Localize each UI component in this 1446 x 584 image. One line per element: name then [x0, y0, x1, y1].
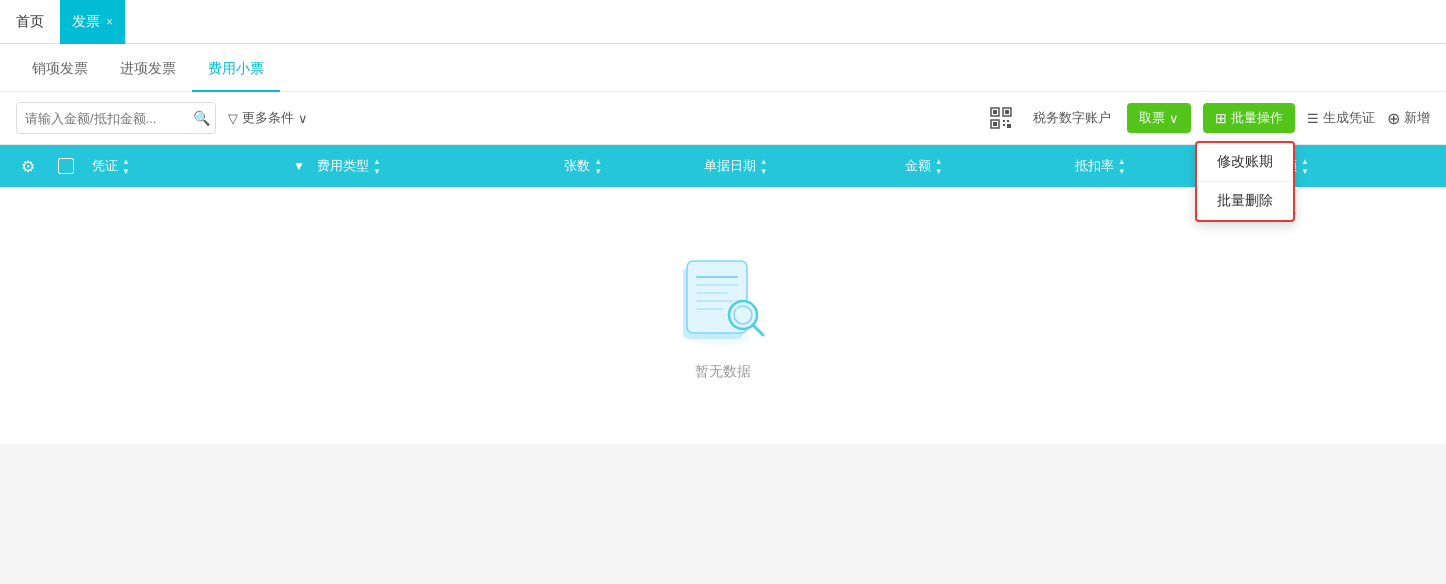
dropdown-item-modify-period[interactable]: 修改账期 — [1197, 143, 1293, 181]
settings-icon[interactable]: ⚙ — [21, 157, 35, 176]
bulk-ops-container: ⊞ 批量操作 修改账期 批量删除 — [1203, 103, 1295, 133]
qupiao-label: 取票 — [1139, 109, 1165, 127]
search-input-wrap[interactable]: 🔍 — [16, 102, 216, 134]
qupiao-button[interactable]: 取票 ∨ — [1127, 103, 1191, 133]
voucher-button[interactable]: ☰ 生成凭证 — [1307, 109, 1375, 127]
search-icon[interactable]: 🔍 — [193, 110, 210, 126]
svg-line-21 — [753, 325, 763, 335]
bulk-ops-dropdown: 修改账期 批量删除 — [1195, 141, 1295, 222]
toolbar-right: 税务数字账户 取票 ∨ ⊞ 批量操作 修改账期 批量删除 — [985, 102, 1430, 134]
amount-sort-icon[interactable]: ▲ ▼ — [935, 157, 943, 176]
deduct-amount-sort-icon[interactable]: ▲ ▼ — [1301, 157, 1309, 176]
expense-sort-icon[interactable]: ▲ ▼ — [373, 157, 381, 176]
tax-account-button[interactable]: 税务数字账户 — [1029, 109, 1115, 127]
svg-rect-8 — [1003, 124, 1005, 126]
home-link[interactable]: 首页 — [16, 13, 60, 31]
empty-state: 暂无数据 — [0, 187, 1446, 421]
add-button[interactable]: ⊕ 新增 — [1387, 109, 1430, 128]
voucher-icon: ☰ — [1307, 111, 1319, 126]
tab-expense[interactable]: 费用小票 — [192, 44, 280, 92]
column-filter-icon[interactable]: ▼ — [293, 159, 305, 173]
svg-rect-3 — [1005, 110, 1009, 114]
invoice-tab[interactable]: 发票 × — [60, 0, 125, 44]
th-expense-type: 费用类型 ▲ ▼ — [309, 157, 556, 176]
svg-rect-6 — [1003, 120, 1005, 122]
filter-chevron-icon: ∨ — [298, 111, 308, 126]
add-label: 新增 — [1404, 109, 1430, 127]
search-input[interactable] — [25, 111, 193, 126]
qr-icon-button[interactable] — [985, 102, 1017, 134]
empty-illustration — [663, 247, 783, 347]
empty-text: 暂无数据 — [695, 363, 751, 381]
filter-label: 更多条件 — [242, 109, 294, 127]
tab-input[interactable]: 进项发票 — [104, 44, 192, 92]
date-sort-icon[interactable]: ▲ ▼ — [760, 157, 768, 176]
th-count: 张数 ▲ ▼ — [556, 157, 695, 176]
bulk-ops-label: 批量操作 — [1231, 109, 1283, 127]
invoice-tab-close[interactable]: × — [106, 15, 113, 29]
qupiao-chevron-icon: ∨ — [1169, 111, 1179, 126]
voucher-label: 生成凭证 — [1323, 109, 1375, 127]
toolbar-left: 🔍 ▽ 更多条件 ∨ — [16, 102, 308, 134]
invoice-tab-label: 发票 — [72, 13, 100, 31]
filter-icon: ▽ — [228, 111, 238, 126]
content-area: 销项发票 进项发票 费用小票 🔍 ▽ 更多条件 ∨ — [0, 44, 1446, 444]
deduct-rate-sort-icon[interactable]: ▲ ▼ — [1118, 157, 1126, 176]
sub-nav: 销项发票 进项发票 费用小票 — [0, 44, 1446, 92]
header-checkbox[interactable] — [58, 158, 74, 174]
voucher-sort-icon[interactable]: ▲ ▼ — [122, 157, 130, 176]
top-nav: 首页 发票 × — [0, 0, 1446, 44]
toolbar: 🔍 ▽ 更多条件 ∨ — [0, 92, 1446, 145]
count-sort-icon[interactable]: ▲ ▼ — [594, 157, 602, 176]
th-gear[interactable]: ⚙ — [8, 157, 48, 176]
th-voucher: 凭证 ▲ ▼ — [84, 157, 285, 176]
dropdown-item-batch-delete[interactable]: 批量删除 — [1197, 182, 1293, 220]
bulk-ops-button[interactable]: ⊞ 批量操作 — [1203, 103, 1295, 133]
th-amount: 金额 ▲ ▼ — [897, 157, 1067, 176]
tab-sales[interactable]: 销项发票 — [16, 44, 104, 92]
svg-rect-5 — [993, 122, 997, 126]
add-icon: ⊕ — [1387, 109, 1400, 128]
svg-rect-9 — [1007, 124, 1011, 128]
th-filter[interactable]: ▼ — [285, 159, 309, 173]
filter-button[interactable]: ▽ 更多条件 ∨ — [228, 109, 308, 127]
th-date: 单据日期 ▲ ▼ — [696, 157, 897, 176]
th-check[interactable] — [48, 158, 84, 174]
svg-rect-1 — [993, 110, 997, 114]
bulk-ops-icon: ⊞ — [1215, 110, 1227, 126]
svg-rect-7 — [1007, 120, 1009, 122]
